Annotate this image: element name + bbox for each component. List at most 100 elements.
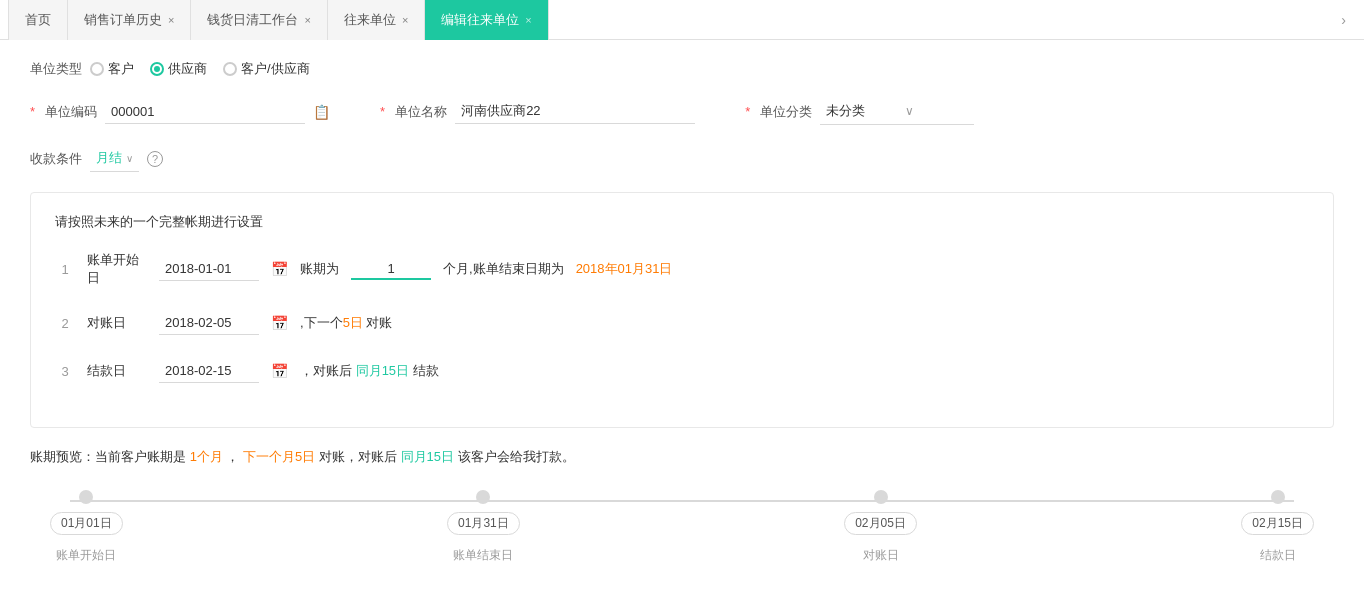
unit-info-row: * 单位编码 📋 * 单位名称 * 单位分类 未分类 ∨ xyxy=(30,98,1334,125)
period-months-input[interactable] xyxy=(351,259,431,280)
chevron-down-icon: ∨ xyxy=(126,153,133,164)
tab-label: 首页 xyxy=(25,11,51,29)
tab-cash-work[interactable]: 钱货日清工作台 × xyxy=(191,0,327,40)
payment-group: 收款条件 月结 ∨ ? xyxy=(30,145,163,172)
payment-dropdown[interactable]: 月结 ∨ xyxy=(90,145,139,172)
period-row3-desc: ，对账后 同月15日 结款 xyxy=(300,362,439,380)
tab-home[interactable]: 首页 xyxy=(8,0,68,40)
tab-partner[interactable]: 往来单位 × xyxy=(328,0,425,40)
timeline-container: 01月01日 账单开始日 01月31日 账单结束日 02月05日 对账日 02月… xyxy=(30,490,1334,564)
chevron-down-icon: ∨ xyxy=(905,104,914,118)
unit-classify-value: 未分类 xyxy=(826,102,865,120)
preview-part3: 同月15日 xyxy=(401,449,454,464)
tab-label: 钱货日清工作台 xyxy=(207,11,298,29)
unit-classify-label: 单位分类 xyxy=(760,103,812,121)
preview-part1: 1个月 xyxy=(190,449,223,464)
unit-name-star: * xyxy=(380,104,385,119)
timeline-badge-3: 02月05日 xyxy=(844,512,917,535)
unit-name-label: 单位名称 xyxy=(395,103,447,121)
preview-text: 账期预览：当前客户账期是 1个月 ， 下一个月5日 对账，对账后 同月15日 该… xyxy=(30,448,1334,466)
period-end-date: 2018年01月31日 xyxy=(576,260,673,278)
preview-mid1: ， xyxy=(226,449,239,464)
timeline-label-4: 结款日 xyxy=(1260,547,1296,564)
period-num-1: 1 xyxy=(55,262,75,277)
period-field-label-2: 对账日 xyxy=(87,314,147,332)
tab-label: 往来单位 xyxy=(344,11,396,29)
unit-type-label: 单位类型 xyxy=(30,60,82,78)
timeline-point-1: 01月01日 账单开始日 xyxy=(50,490,123,564)
unit-classify-group: * 单位分类 未分类 ∨ xyxy=(745,98,974,125)
preview-label: 账期预览：当前客户账期是 xyxy=(30,449,186,464)
radio-both-circle xyxy=(223,62,237,76)
tab-more-button[interactable]: › xyxy=(1331,12,1356,28)
unit-classify-star: * xyxy=(745,104,750,119)
radio-supplier-circle xyxy=(150,62,164,76)
tab-close-icon[interactable]: × xyxy=(168,14,174,26)
unit-code-label: 单位编码 xyxy=(45,103,97,121)
tab-close-icon[interactable]: × xyxy=(525,14,531,26)
radio-group: 客户 供应商 客户/供应商 xyxy=(90,60,310,78)
payment-row: 收款条件 月结 ∨ ? xyxy=(30,145,1334,172)
radio-customer-circle xyxy=(90,62,104,76)
period-num-2: 2 xyxy=(55,316,75,331)
timeline-point-3: 02月05日 对账日 xyxy=(844,490,917,564)
unit-type-row: 单位类型 客户 供应商 客户/供应商 xyxy=(30,60,1334,78)
period-field-label-3: 结款日 xyxy=(87,362,147,380)
timeline-point-4: 02月15日 结款日 xyxy=(1241,490,1314,564)
period-row-1: 1 账单开始日 📅 账期为 个月,账单结束日期为 2018年01月31日 xyxy=(55,251,1309,287)
period-num-3: 3 xyxy=(55,364,75,379)
unit-code-star: * xyxy=(30,104,35,119)
timeline-label-3: 对账日 xyxy=(863,547,899,564)
timeline-dot-2 xyxy=(476,490,490,504)
timeline-label-1: 账单开始日 xyxy=(56,547,116,564)
help-icon[interactable]: ? xyxy=(147,151,163,167)
tab-edit-partner[interactable]: 编辑往来单位 × xyxy=(425,0,548,40)
tab-sales-history[interactable]: 销售订单历史 × xyxy=(68,0,191,40)
unit-name-input[interactable] xyxy=(455,100,695,124)
timeline-badge-2: 01月31日 xyxy=(447,512,520,535)
period-suffix-prefix: 账期为 xyxy=(300,260,339,278)
tab-label: 销售订单历史 xyxy=(84,11,162,29)
calendar-icon[interactable]: 📋 xyxy=(313,104,330,120)
timeline-point-2: 01月31日 账单结束日 xyxy=(447,490,520,564)
radio-customer-label: 客户 xyxy=(108,60,134,78)
radio-both-label: 客户/供应商 xyxy=(241,60,310,78)
unit-code-group: * 单位编码 📋 xyxy=(30,100,330,124)
period-row-2: 2 对账日 📅 ,下一个5日 对账 xyxy=(55,311,1309,335)
payment-label: 收款条件 xyxy=(30,150,82,168)
timeline-badge-4: 02月15日 xyxy=(1241,512,1314,535)
calendar-icon-2[interactable]: 📅 xyxy=(271,315,288,331)
period-row-3: 3 结款日 📅 ，对账后 同月15日 结款 xyxy=(55,359,1309,383)
preview-suffix: 该客户会给我打款。 xyxy=(458,449,575,464)
tab-label: 编辑往来单位 xyxy=(441,11,519,29)
unit-classify-dropdown[interactable]: 未分类 ∨ xyxy=(820,98,974,125)
period-date-input-3[interactable] xyxy=(159,359,259,383)
timeline-dot-1 xyxy=(79,490,93,504)
period-box: 请按照未来的一个完整帐期进行设置 1 账单开始日 📅 账期为 个月,账单结束日期… xyxy=(30,192,1334,428)
tab-close-icon[interactable]: × xyxy=(304,14,310,26)
unit-type-group: 单位类型 客户 供应商 客户/供应商 xyxy=(30,60,310,78)
timeline-dot-4 xyxy=(1271,490,1285,504)
radio-customer[interactable]: 客户 xyxy=(90,60,134,78)
timeline-label-2: 账单结束日 xyxy=(453,547,513,564)
tab-close-icon[interactable]: × xyxy=(402,14,408,26)
period-date-input-2[interactable] xyxy=(159,311,259,335)
timeline-badge-1: 01月01日 xyxy=(50,512,123,535)
calendar-icon-3[interactable]: 📅 xyxy=(271,363,288,379)
period-row2-desc: ,下一个5日 对账 xyxy=(300,314,392,332)
unit-code-input[interactable] xyxy=(105,100,305,124)
timeline-dot-3 xyxy=(874,490,888,504)
preview-part2: 下一个月5日 xyxy=(243,449,315,464)
preview-mid2: 对账，对账后 xyxy=(319,449,397,464)
radio-both[interactable]: 客户/供应商 xyxy=(223,60,310,78)
period-suffix: 个月,账单结束日期为 xyxy=(443,260,564,278)
calendar-icon-1[interactable]: 📅 xyxy=(271,261,288,277)
payment-value: 月结 xyxy=(96,149,122,167)
radio-supplier[interactable]: 供应商 xyxy=(150,60,207,78)
period-field-label-1: 账单开始日 xyxy=(87,251,147,287)
timeline-points: 01月01日 账单开始日 01月31日 账单结束日 02月05日 对账日 02月… xyxy=(50,490,1314,564)
period-date-input-1[interactable] xyxy=(159,257,259,281)
main-content: 单位类型 客户 供应商 客户/供应商 * 单位编码 xyxy=(0,40,1364,608)
tab-bar: 首页 销售订单历史 × 钱货日清工作台 × 往来单位 × 编辑往来单位 × › xyxy=(0,0,1364,40)
radio-supplier-label: 供应商 xyxy=(168,60,207,78)
